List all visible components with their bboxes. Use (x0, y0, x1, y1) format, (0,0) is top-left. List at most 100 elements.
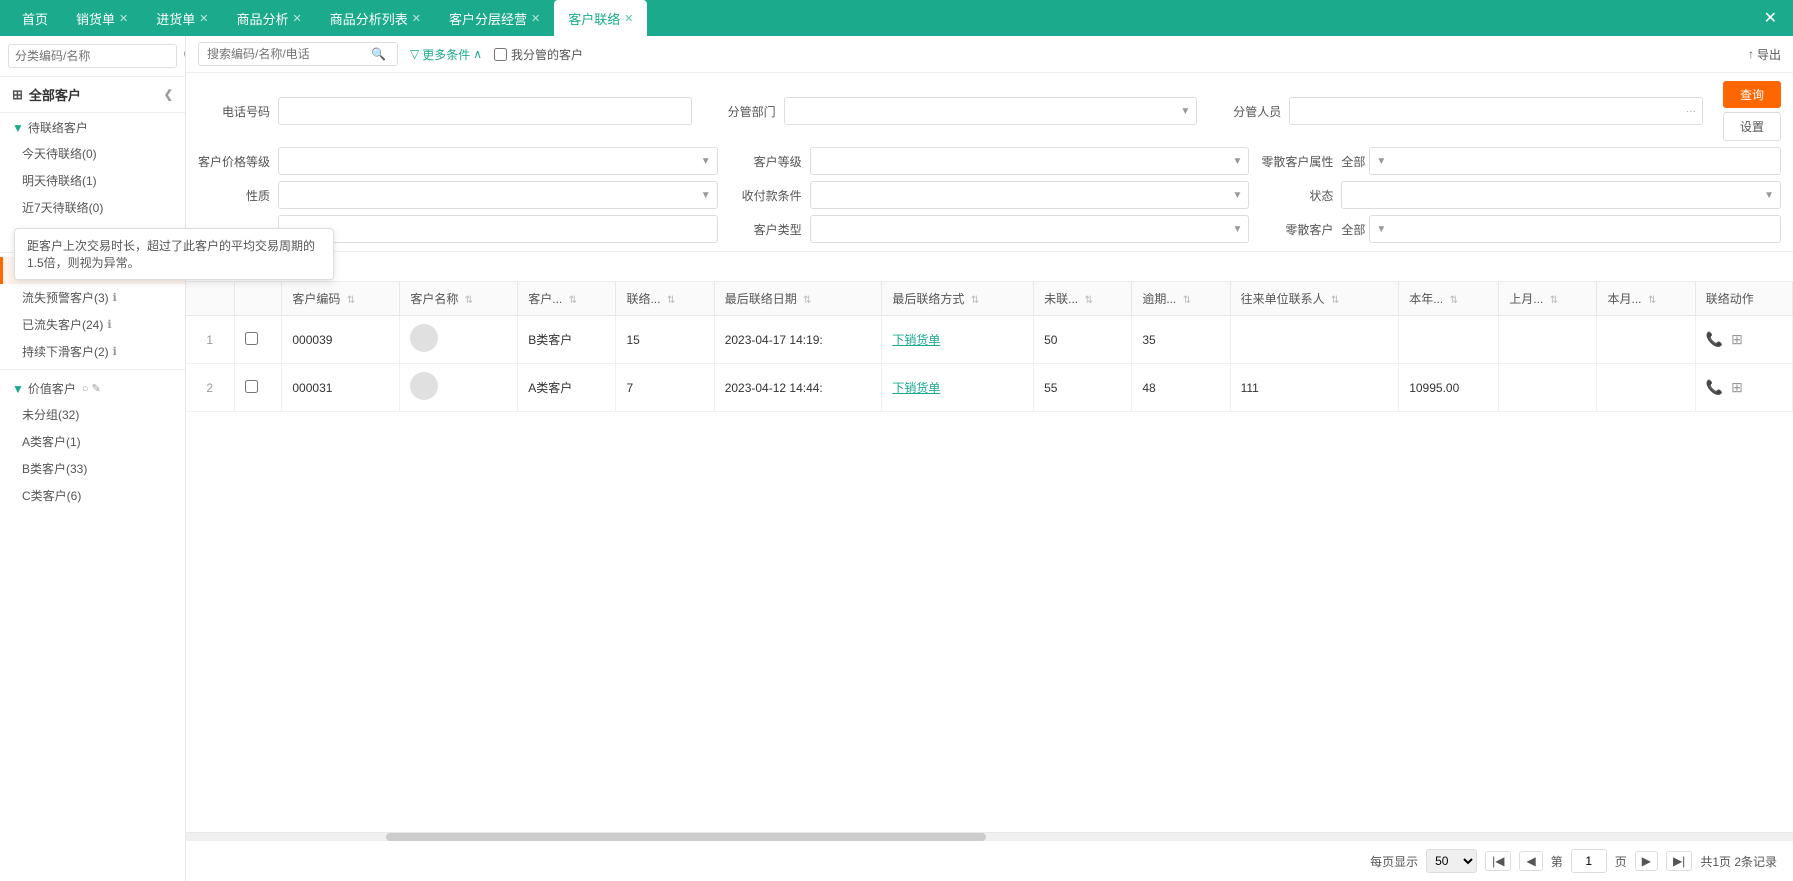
filter-price-level-select[interactable]: ▼ (278, 147, 718, 175)
sidebar-all-customers[interactable]: ⊞ 全部客户 ❮ (0, 77, 185, 113)
col-last-month-sort-icon[interactable]: ⇅ (1550, 295, 1558, 306)
my-customers-label: 我分管的客户 (511, 46, 583, 63)
customer-search-icon[interactable]: 🔍 (371, 47, 386, 61)
row1-contact-person (1230, 316, 1399, 364)
row1-avatar (410, 324, 438, 352)
filter-price-level: 客户价格等级 ▼ (198, 147, 718, 175)
sidebar-item-b-class[interactable]: B类客户(33) (0, 455, 185, 482)
col-last-contact-date: 最后联络日期 ⇅ (714, 282, 882, 316)
col-type: 客户... ⇅ (518, 282, 616, 316)
sidebar-pending-section[interactable]: ▼ 待联络客户 (0, 113, 185, 140)
row2-checkbox[interactable] (245, 380, 258, 393)
col-type-sort-icon[interactable]: ⇅ (569, 295, 577, 306)
filter-manager-select[interactable]: ··· (1289, 97, 1703, 125)
filter-customer-level-select[interactable]: ▼ (810, 147, 1250, 175)
export-button[interactable]: ↑ 导出 (1748, 46, 1781, 63)
col-unread-sort-icon[interactable]: ⇅ (1084, 295, 1092, 306)
value-group-edit-icon[interactable]: ○ ✎ (82, 382, 101, 395)
col-overdue: 逾期... ⇅ (1132, 282, 1230, 316)
filter-status-select[interactable]: ▼ (1341, 181, 1781, 209)
sidebar-search-input[interactable] (8, 44, 177, 68)
col-code-sort-icon[interactable]: ⇅ (347, 295, 355, 306)
nav-analysis-list-close[interactable]: ✕ (412, 12, 421, 25)
nav-customer-contact-close[interactable]: ✕ (624, 12, 633, 25)
filter-retail-customer-select[interactable]: ▼ (1369, 215, 1781, 243)
col-contact-person-sort-icon[interactable]: ⇅ (1331, 295, 1339, 306)
sidebar-all-customers-label: 全部客户 (29, 85, 81, 104)
filter-more-select[interactable] (278, 215, 718, 243)
nav-analysis-close[interactable]: ✕ (293, 12, 302, 25)
nav-purchase[interactable]: 进货单 ✕ (142, 0, 222, 36)
filter-customer-type: 客户类型 ▼ (730, 215, 1250, 243)
filter-phone-input[interactable] (278, 97, 692, 125)
prev-page-button[interactable]: ◀ (1519, 851, 1542, 871)
row1-checkbox[interactable] (245, 332, 258, 345)
row1-phone-icon[interactable]: 📞 (1706, 331, 1723, 348)
nav-sales[interactable]: 销货单 ✕ (62, 0, 142, 36)
nav-sales-label: 销货单 (76, 9, 115, 28)
col-last-contact-date-sort-icon[interactable]: ⇅ (803, 295, 811, 306)
sidebar-item-declining-label: 持续下滑客户(2) (22, 343, 109, 360)
col-this-month-sort-icon[interactable]: ⇅ (1648, 295, 1656, 306)
sidebar-item-today[interactable]: 今天待联络(0) (0, 140, 185, 167)
nav-sales-close[interactable]: ✕ (119, 12, 128, 25)
table-header-row: 客户编码 ⇅ 客户名称 ⇅ 客户... ⇅ 联络... (186, 282, 1793, 316)
col-contact-person-label: 往来单位联系人 (1241, 292, 1325, 306)
my-customers-checkbox-area[interactable]: 我分管的客户 (494, 46, 583, 63)
sidebar-item-a-class[interactable]: A类客户(1) (0, 428, 185, 455)
row2-last-month (1499, 364, 1597, 412)
nav-analysis[interactable]: 商品分析 ✕ (222, 0, 315, 36)
filter-payment-select[interactable]: ▼ (810, 181, 1250, 209)
row1-contact: 15 (616, 316, 714, 364)
sidebar-item-7days[interactable]: 近7天待联络(0) (0, 194, 185, 221)
per-page-select[interactable]: 50 20 100 (1426, 849, 1477, 873)
sidebar-item-tomorrow[interactable]: 明天待联络(1) (0, 167, 185, 194)
more-conditions-button[interactable]: ▽ 更多条件 ∧ (410, 46, 482, 63)
sidebar-collapse-icon[interactable]: ❮ (164, 88, 173, 101)
current-page-input[interactable] (1571, 849, 1607, 873)
settings-button[interactable]: 设置 (1723, 112, 1781, 141)
row1-last-contact-method-link[interactable]: 下销货单 (892, 333, 940, 347)
row2-phone-icon[interactable]: 📞 (1706, 379, 1723, 396)
nav-home[interactable]: 首页 (8, 0, 62, 36)
row1-more-icon[interactable]: ⊞ (1731, 331, 1743, 348)
next-page-button[interactable]: ▶ (1635, 851, 1658, 871)
nav-customer-contact[interactable]: 客户联络 ✕ (554, 0, 647, 36)
sidebar-item-c-class[interactable]: C类客户(6) (0, 482, 185, 509)
col-overdue-sort-icon[interactable]: ⇅ (1183, 295, 1191, 306)
nav-analysis-list[interactable]: 商品分析列表 ✕ (316, 0, 435, 36)
query-button[interactable]: 查询 (1723, 81, 1781, 108)
row2-action-buttons: 📞 ⊞ (1706, 379, 1782, 396)
nav-purchase-close[interactable]: ✕ (199, 12, 208, 25)
row2-more-icon[interactable]: ⊞ (1731, 379, 1743, 396)
tooltip-text: 距客户上次交易时长，超过了此客户的平均交易周期的1.5倍，则视为异常。 (27, 239, 315, 270)
filter-department-select[interactable]: ▼ (784, 97, 1198, 125)
first-page-button[interactable]: |◀ (1485, 851, 1511, 871)
sidebar-value-group[interactable]: ▼ 价值客户 ○ ✎ (0, 374, 185, 401)
sidebar-item-declining[interactable]: 持续下滑客户(2) ℹ (0, 338, 185, 365)
horizontal-scrollbar[interactable] (186, 832, 1793, 840)
col-name-sort-icon[interactable]: ⇅ (465, 295, 473, 306)
my-customers-checkbox[interactable] (494, 48, 507, 61)
sidebar-item-lost[interactable]: 已流失客户(24) ℹ (0, 311, 185, 338)
col-this-year-sort-icon[interactable]: ⇅ (1450, 295, 1458, 306)
customer-search-input[interactable] (207, 47, 367, 61)
col-last-contact-method-sort-icon[interactable]: ⇅ (971, 295, 979, 306)
filter-retail-attr-select[interactable]: ▼ (1369, 147, 1781, 175)
nav-customer-segment-close[interactable]: ✕ (531, 12, 540, 25)
row2-last-contact-method-link[interactable]: 下销货单 (892, 381, 940, 395)
row2-unread: 55 (1034, 364, 1132, 412)
nav-customer-segment[interactable]: 客户分层经营 ✕ (435, 0, 554, 36)
col-contact-sort-icon[interactable]: ⇅ (667, 295, 675, 306)
last-page-button[interactable]: ▶| (1666, 851, 1692, 871)
sidebar-item-loss-warning[interactable]: 流失预警客户(3) ℹ (0, 284, 185, 311)
sidebar: 🔍 ⊞ 全部客户 ❮ ▼ 待联络客户 今天待联络(0) 明天待联络(1) 近7天… (0, 36, 186, 881)
sidebar-item-ungrouped[interactable]: 未分组(32) (0, 401, 185, 428)
filter-department: 分管部门 ▼ (704, 97, 1198, 125)
row2-contact: 7 (616, 364, 714, 412)
scrollbar-thumb[interactable] (386, 833, 986, 841)
window-close-button[interactable]: ✕ (1756, 8, 1785, 28)
filter-nature-select[interactable]: ▼ (278, 181, 718, 209)
filter-customer-type-select[interactable]: ▼ (810, 215, 1250, 243)
tooltip-box: 距客户上次交易时长，超过了此客户的平均交易周期的1.5倍，则视为异常。 (14, 228, 334, 280)
